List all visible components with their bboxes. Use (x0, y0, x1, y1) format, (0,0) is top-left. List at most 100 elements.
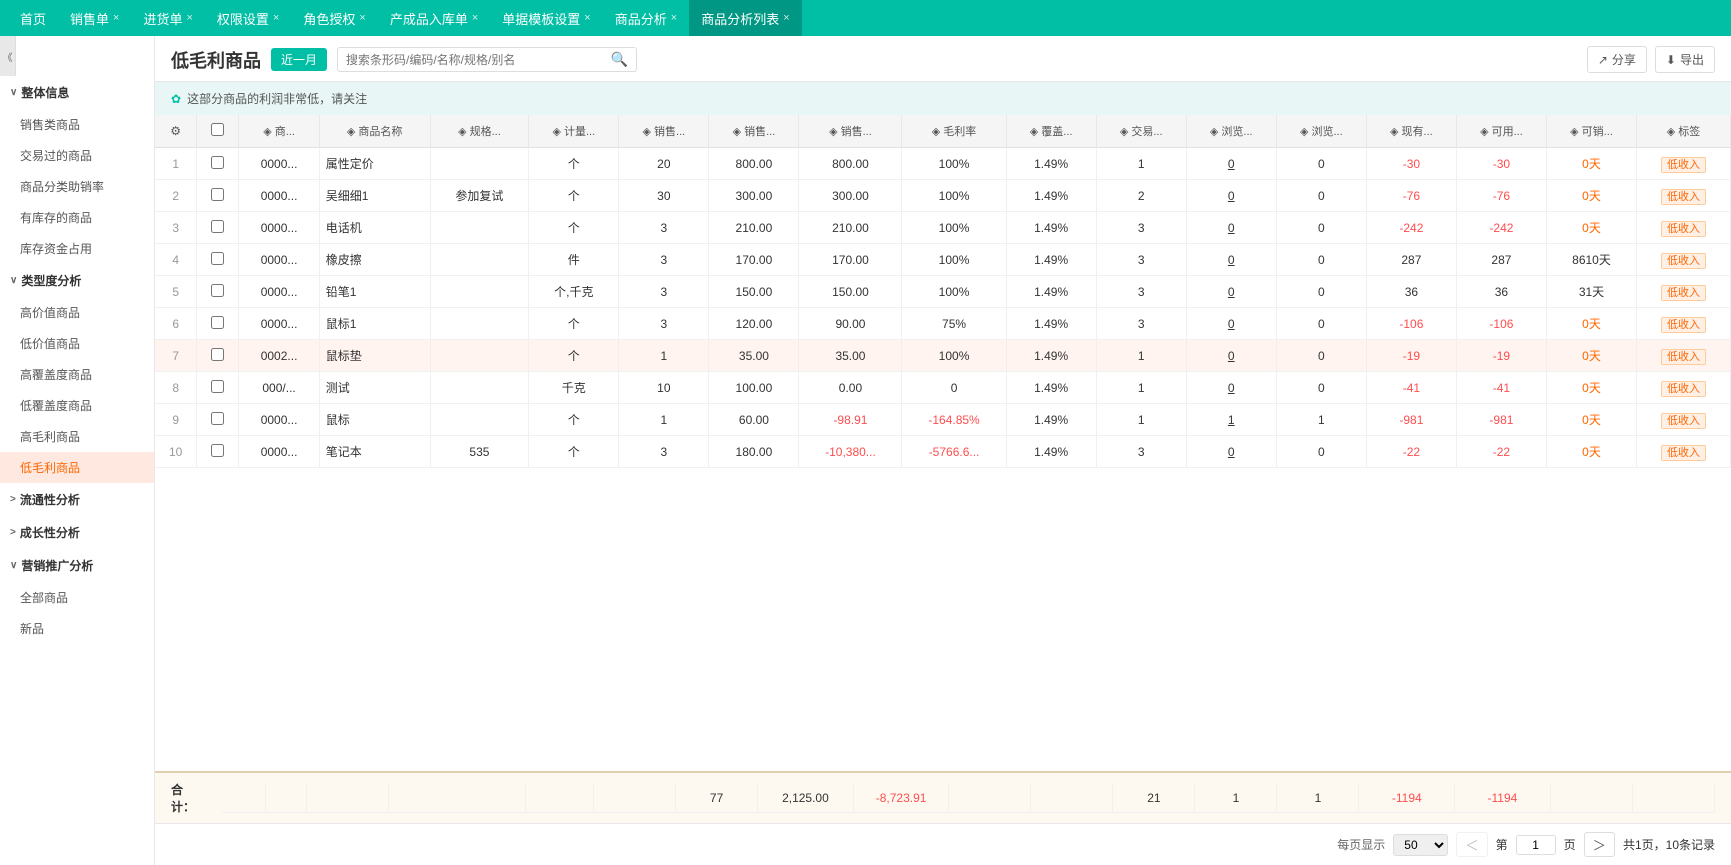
nav-item-角色授权[interactable]: 角色授权× (291, 0, 377, 36)
row-checkbox[interactable] (211, 412, 224, 425)
row-checkbox[interactable] (211, 444, 224, 457)
sidebar-group-整体信息[interactable]: ∨整体信息 (0, 76, 154, 109)
browse-link[interactable]: 0 (1228, 285, 1235, 299)
cell-checkbox[interactable] (197, 180, 239, 212)
sidebar-item-全部商品[interactable]: 全部商品 (0, 582, 154, 613)
search-input[interactable] (346, 53, 611, 67)
next-page-btn[interactable]: ＞ (1584, 832, 1615, 857)
period-button[interactable]: 近一月 (271, 48, 327, 71)
sidebar-item-高覆盖度商品[interactable]: 高覆盖度商品 (0, 359, 154, 390)
close-icon[interactable]: × (186, 12, 192, 24)
sidebar-item-高价值商品[interactable]: 高价值商品 (0, 297, 154, 328)
export-button[interactable]: ⬇ 导出 (1655, 46, 1715, 73)
col-header-browse2[interactable]: ◈ 浏览... (1276, 115, 1366, 148)
per-page-select[interactable]: 50 20 100 (1393, 834, 1448, 856)
cell-checkbox[interactable] (197, 404, 239, 436)
sidebar-item-新品[interactable]: 新品 (0, 613, 154, 644)
gear-icon[interactable]: ⚙ (170, 124, 181, 138)
nav-item-首页[interactable]: 首页 (8, 0, 58, 36)
prev-page-btn[interactable]: ＜ (1456, 832, 1487, 857)
row-checkbox[interactable] (211, 316, 224, 329)
row-checkbox[interactable] (211, 284, 224, 297)
sidebar-group-营销推广分析[interactable]: ∨营销推广分析 (0, 549, 154, 582)
close-icon[interactable]: × (273, 12, 279, 24)
sidebar-group-类型度分析[interactable]: ∨类型度分析 (0, 264, 154, 297)
sidebar-item-库存资金占用[interactable]: 库存资金占用 (0, 233, 154, 264)
browse-link[interactable]: 1 (1228, 413, 1235, 427)
row-checkbox[interactable] (211, 156, 224, 169)
sidebar-item-销售类商品[interactable]: 销售类商品 (0, 109, 154, 140)
nav-item-单据模板设置[interactable]: 单据模板设置× (490, 0, 602, 36)
cell-browse1[interactable]: 0 (1186, 148, 1276, 180)
nav-item-权限设置[interactable]: 权限设置× (205, 0, 291, 36)
close-icon[interactable]: × (584, 12, 590, 24)
close-icon[interactable]: × (359, 12, 365, 24)
cell-browse1[interactable]: 0 (1186, 436, 1276, 468)
sidebar-group-流通性分析[interactable]: >流通性分析 (0, 483, 154, 516)
share-button[interactable]: ↗ 分享 (1587, 46, 1647, 73)
nav-item-商品分析列表[interactable]: 商品分析列表× (689, 0, 801, 36)
col-header-sales_qty[interactable]: ◈ 销售... (619, 115, 709, 148)
col-header-available[interactable]: ◈ 可用... (1456, 115, 1546, 148)
browse-link[interactable]: 0 (1228, 189, 1235, 203)
browse-link[interactable]: 0 (1228, 381, 1235, 395)
col-header-code[interactable]: ◈ 商... (239, 115, 319, 148)
sidebar-item-低毛利商品[interactable]: 低毛利商品 (0, 452, 154, 483)
cell-browse1[interactable]: 1 (1186, 404, 1276, 436)
col-header-current[interactable]: ◈ 现有... (1366, 115, 1456, 148)
close-icon[interactable]: × (671, 12, 677, 24)
col-header-coverage[interactable]: ◈ 覆盖... (1006, 115, 1096, 148)
nav-item-销售单[interactable]: 销售单× (58, 0, 131, 36)
col-header-sales_price[interactable]: ◈ 销售... (709, 115, 799, 148)
row-checkbox[interactable] (211, 220, 224, 233)
col-header-sellable[interactable]: ◈ 可销... (1546, 115, 1636, 148)
close-icon[interactable]: × (113, 12, 119, 24)
cell-checkbox[interactable] (197, 276, 239, 308)
col-header-transaction[interactable]: ◈ 交易... (1096, 115, 1186, 148)
browse-link[interactable]: 0 (1228, 349, 1235, 363)
cell-checkbox[interactable] (197, 340, 239, 372)
cell-checkbox[interactable] (197, 212, 239, 244)
sidebar-item-有库存的商品[interactable]: 有库存的商品 (0, 202, 154, 233)
sidebar-item-低覆盖度商品[interactable]: 低覆盖度商品 (0, 390, 154, 421)
col-header-name[interactable]: ◈ 商品名称 (319, 115, 430, 148)
browse-link[interactable]: 0 (1228, 253, 1235, 267)
page-number-input[interactable] (1516, 835, 1556, 855)
cell-browse1[interactable]: 0 (1186, 340, 1276, 372)
sidebar-item-商品分类助销率[interactable]: 商品分类助销率 (0, 171, 154, 202)
nav-item-进货单[interactable]: 进货单× (131, 0, 204, 36)
col-header-gross_margin[interactable]: ◈ 毛利率 (902, 115, 1006, 148)
cell-checkbox[interactable] (197, 436, 239, 468)
col-header-spec[interactable]: ◈ 规格... (430, 115, 529, 148)
browse-link[interactable]: 0 (1228, 445, 1235, 459)
cell-browse1[interactable]: 0 (1186, 180, 1276, 212)
cell-browse1[interactable]: 0 (1186, 212, 1276, 244)
cell-browse1[interactable]: 0 (1186, 276, 1276, 308)
close-icon[interactable]: × (472, 12, 478, 24)
cell-checkbox[interactable] (197, 148, 239, 180)
col-header-sales_amount[interactable]: ◈ 销售... (799, 115, 902, 148)
cell-browse1[interactable]: 0 (1186, 308, 1276, 340)
col-header-tag[interactable]: ◈ 标签 (1637, 115, 1731, 148)
row-checkbox[interactable] (211, 348, 224, 361)
browse-link[interactable]: 0 (1228, 221, 1235, 235)
row-checkbox[interactable] (211, 380, 224, 393)
cell-checkbox[interactable] (197, 308, 239, 340)
close-icon[interactable]: × (783, 12, 789, 24)
cell-browse1[interactable]: 0 (1186, 372, 1276, 404)
cell-browse1[interactable]: 0 (1186, 244, 1276, 276)
col-header-browse1[interactable]: ◈ 浏览... (1186, 115, 1276, 148)
cell-checkbox[interactable] (197, 244, 239, 276)
sidebar-group-成长性分析[interactable]: >成长性分析 (0, 516, 154, 549)
sidebar-item-交易过的商品[interactable]: 交易过的商品 (0, 140, 154, 171)
col-header-unit[interactable]: ◈ 计量... (529, 115, 619, 148)
cell-checkbox[interactable] (197, 372, 239, 404)
browse-link[interactable]: 0 (1228, 317, 1235, 331)
row-checkbox[interactable] (211, 188, 224, 201)
row-checkbox[interactable] (211, 252, 224, 265)
sidebar-collapse-btn[interactable]: 《 (0, 36, 16, 76)
sidebar-item-高毛利商品[interactable]: 高毛利商品 (0, 421, 154, 452)
nav-item-产成品入库单[interactable]: 产成品入库单× (378, 0, 490, 36)
nav-item-商品分析[interactable]: 商品分析× (603, 0, 689, 36)
select-all-checkbox[interactable] (211, 123, 224, 136)
